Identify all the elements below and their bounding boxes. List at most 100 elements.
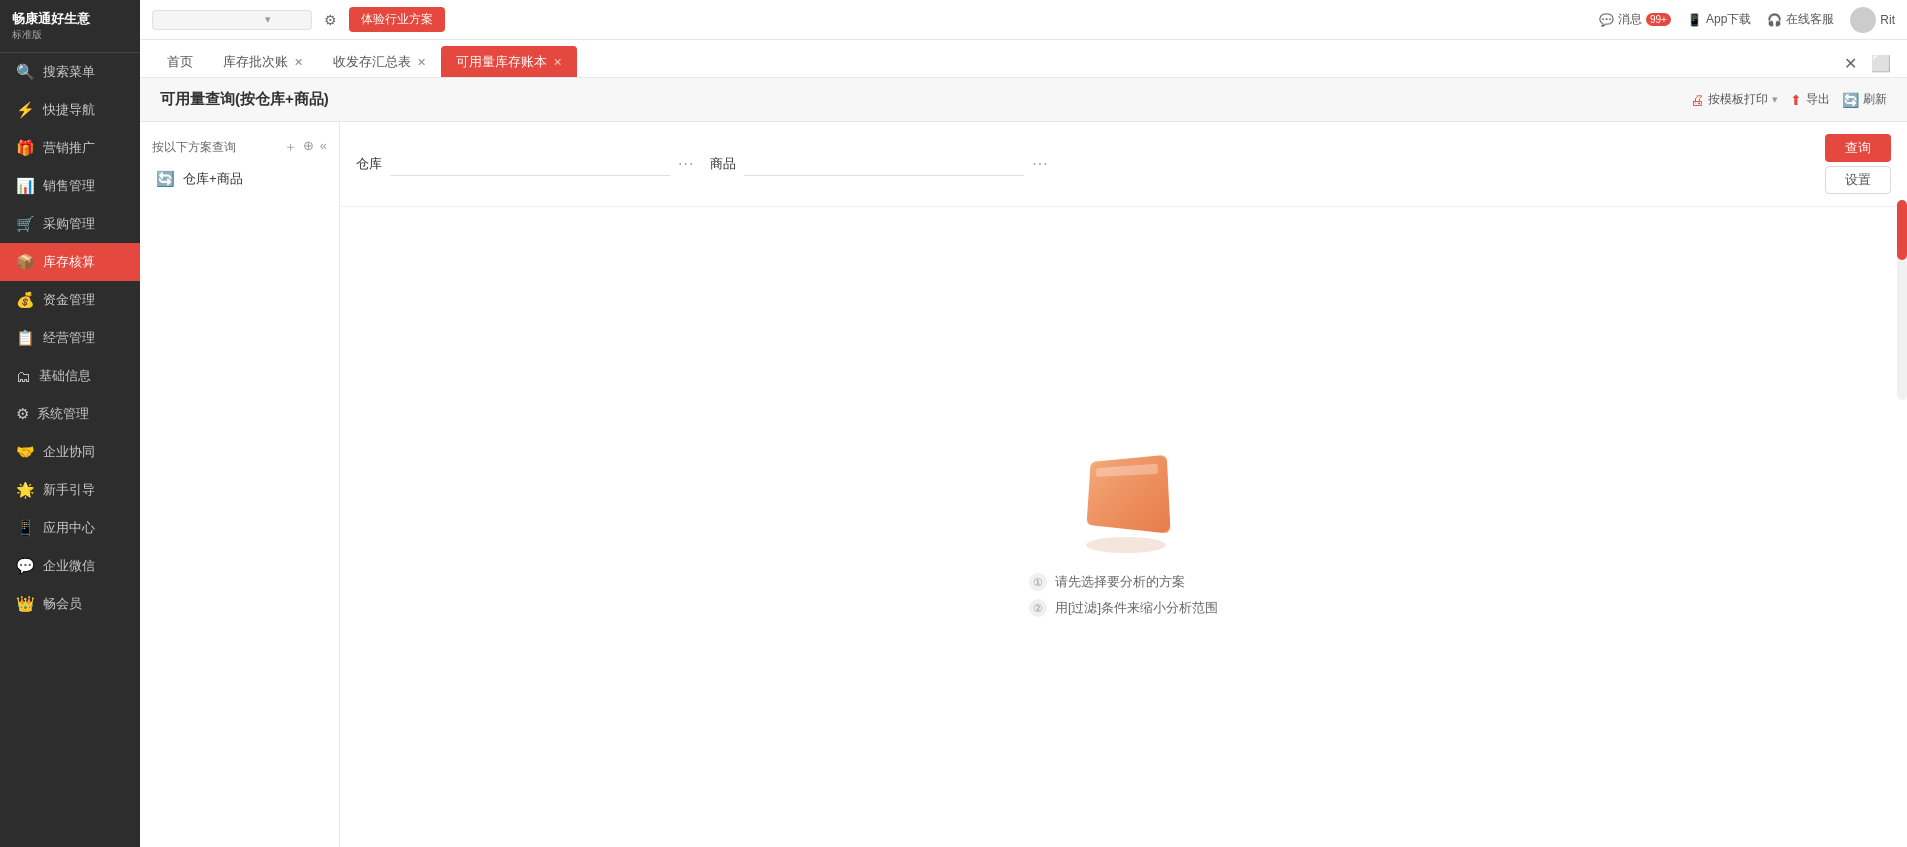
app-subtitle: 标准版 <box>12 28 128 42</box>
app-download-label: App下载 <box>1706 11 1751 28</box>
avatar <box>1850 7 1876 33</box>
close-icon[interactable]: ✕ <box>417 57 426 68</box>
sidebar-item-purchase[interactable]: 🛒 采购管理 <box>0 205 140 243</box>
sidebar-item-newbie[interactable]: 🌟 新手引导 <box>0 471 140 509</box>
sidebar-item-label: 库存核算 <box>43 253 95 271</box>
tab-collection-summary[interactable]: 收发存汇总表 ✕ <box>318 46 441 77</box>
sidebar-item-label: 经营管理 <box>43 329 95 347</box>
sidebar-item-label: 采购管理 <box>43 215 95 233</box>
folder-icon: 🗂 <box>16 368 31 385</box>
box-icon: 📦 <box>16 253 35 271</box>
sidebar: 畅康通好生意 标准版 🔍 搜索菜单 ⚡ 快捷导航 🎁 营销推广 📊 销售管理 🛒… <box>0 0 140 847</box>
refresh-btn[interactable]: 🔄 刷新 <box>1842 91 1887 108</box>
add-filter-icon[interactable]: ＋ <box>284 138 297 156</box>
filter-panel: 按以下方案查询 ＋ ⊕ « 🔄 仓库+商品 <box>140 122 340 847</box>
sidebar-item-member[interactable]: 👑 畅会员 <box>0 585 140 623</box>
clipboard-icon: 📋 <box>16 329 35 347</box>
settings-button[interactable]: 设置 <box>1825 166 1891 194</box>
product-input[interactable] <box>744 153 1024 176</box>
print-template-label: 按模板打印 <box>1708 91 1768 108</box>
sidebar-item-search[interactable]: 🔍 搜索菜单 <box>0 53 140 91</box>
print-template-btn[interactable]: 🖨 按模板打印 ▾ <box>1690 91 1778 108</box>
chevron-down-icon[interactable]: ▾ <box>265 13 271 26</box>
filter-row: 仓库 ··· 商品 ··· 查询 设置 <box>340 122 1907 207</box>
close-icon[interactable]: ✕ <box>553 57 562 68</box>
warehouse-input[interactable] <box>390 153 670 176</box>
header-search-box[interactable]: ▾ <box>152 10 312 30</box>
warehouse-more-icon[interactable]: ··· <box>678 155 694 173</box>
app-download-item[interactable]: 📱 App下载 <box>1687 11 1751 28</box>
query-area: 仓库 ··· 商品 ··· 查询 设置 <box>340 122 1907 847</box>
sidebar-item-label: 基础信息 <box>39 367 91 385</box>
tab-batch-account[interactable]: 库存批次账 ✕ <box>208 46 318 77</box>
search-icon: 🔍 <box>16 63 35 81</box>
headset-icon: 🎧 <box>1767 13 1782 27</box>
gift-icon: 🎁 <box>16 139 35 157</box>
sidebar-item-enterprise[interactable]: 🤝 企业协同 <box>0 433 140 471</box>
sidebar-item-weixin[interactable]: 💬 企业微信 <box>0 547 140 585</box>
mobile-icon: 📱 <box>16 519 35 537</box>
sidebar-item-operations[interactable]: 📋 经营管理 <box>0 319 140 357</box>
sidebar-logo: 畅康通好生意 标准版 <box>0 0 140 53</box>
chat-icon: 💬 <box>16 557 35 575</box>
user-info[interactable]: Rit <box>1850 7 1895 33</box>
sidebar-item-sales[interactable]: 📊 销售管理 <box>0 167 140 205</box>
top-header: ▾ ⚙ 体验行业方案 💬 消息 99+ 📱 App下载 🎧 在线客服 Rit <box>140 0 1907 40</box>
sidebar-item-basic-info[interactable]: 🗂 基础信息 <box>0 357 140 395</box>
content-area: 按以下方案查询 ＋ ⊕ « 🔄 仓库+商品 仓库 ··· <box>140 122 1907 847</box>
close-icon[interactable]: ✕ <box>294 57 303 68</box>
header-right: 💬 消息 99+ 📱 App下载 🎧 在线客服 Rit <box>1599 7 1895 33</box>
product-more-icon[interactable]: ··· <box>1032 155 1048 173</box>
online-service-item[interactable]: 🎧 在线客服 <box>1767 11 1834 28</box>
sidebar-item-label: 系统管理 <box>37 405 89 423</box>
settings-icon[interactable]: ⚙ <box>320 8 341 32</box>
tab-collection-label: 收发存汇总表 <box>333 53 411 71</box>
right-scrollbar[interactable] <box>1897 200 1907 400</box>
close-window-icon[interactable]: ✕ <box>1840 50 1861 77</box>
filter-header-icons: ＋ ⊕ « <box>284 138 327 156</box>
gear-icon: ⚙ <box>16 405 29 423</box>
handshake-icon: 🤝 <box>16 443 35 461</box>
online-service-label: 在线客服 <box>1786 11 1834 28</box>
refresh-label: 刷新 <box>1863 91 1887 108</box>
sidebar-item-label: 营销推广 <box>43 139 95 157</box>
printer-icon: 🖨 <box>1690 92 1704 108</box>
page-title-actions: 🖨 按模板打印 ▾ ⬆ 导出 🔄 刷新 <box>1690 91 1887 108</box>
sidebar-item-label: 快捷导航 <box>43 101 95 119</box>
expand-icon[interactable]: ⬜ <box>1867 50 1895 77</box>
export-btn[interactable]: ⬆ 导出 <box>1790 91 1830 108</box>
sidebar-scroll: 🔍 搜索菜单 ⚡ 快捷导航 🎁 营销推广 📊 销售管理 🛒 采购管理 📦 库存核… <box>0 53 140 847</box>
notification-label: 消息 <box>1618 11 1642 28</box>
tabs-bar: 首页 库存批次账 ✕ 收发存汇总表 ✕ 可用量库存账本 ✕ ✕ ⬜ <box>140 40 1907 78</box>
tab-available-ledger[interactable]: 可用量库存账本 ✕ <box>441 46 577 77</box>
filter-settings-icon[interactable]: ⊕ <box>303 138 314 156</box>
phone-icon: 📱 <box>1687 13 1702 27</box>
product-label: 商品 <box>710 155 736 173</box>
empty-hint-1: ① 请先选择要分析的方案 <box>1029 573 1218 591</box>
sidebar-item-label: 搜索菜单 <box>43 63 95 81</box>
industry-btn[interactable]: 体验行业方案 <box>349 7 445 32</box>
scrollbar-thumb <box>1897 200 1907 260</box>
refresh-icon: 🔄 <box>1842 92 1859 108</box>
crown-icon: 👑 <box>16 595 35 613</box>
notification-item[interactable]: 💬 消息 99+ <box>1599 11 1671 28</box>
sidebar-item-label: 资金管理 <box>43 291 95 309</box>
warehouse-field: 仓库 ··· <box>356 153 694 176</box>
query-button[interactable]: 查询 <box>1825 134 1891 162</box>
search-input[interactable] <box>161 13 261 27</box>
star-icon: 🌟 <box>16 481 35 499</box>
sidebar-item-system[interactable]: ⚙ 系统管理 <box>0 395 140 433</box>
empty-text-area: ① 请先选择要分析的方案 ② 用[过滤]条件来缩小分析范围 <box>1029 573 1218 617</box>
empty-shadow <box>1086 537 1166 553</box>
money-icon: 💰 <box>16 291 35 309</box>
sidebar-item-quick-nav[interactable]: ⚡ 快捷导航 <box>0 91 140 129</box>
filter-warehouse-product[interactable]: 🔄 仓库+商品 <box>140 162 339 196</box>
sidebar-item-inventory[interactable]: 📦 库存核算 <box>0 243 140 281</box>
sidebar-item-finance[interactable]: 💰 资金管理 <box>0 281 140 319</box>
tab-home[interactable]: 首页 <box>152 46 208 77</box>
cart-icon: 🛒 <box>16 215 35 233</box>
sidebar-item-marketing[interactable]: 🎁 营销推广 <box>0 129 140 167</box>
tabs-right-controls: ✕ ⬜ <box>1840 50 1895 77</box>
collapse-icon[interactable]: « <box>320 138 327 156</box>
sidebar-item-app-center[interactable]: 📱 应用中心 <box>0 509 140 547</box>
